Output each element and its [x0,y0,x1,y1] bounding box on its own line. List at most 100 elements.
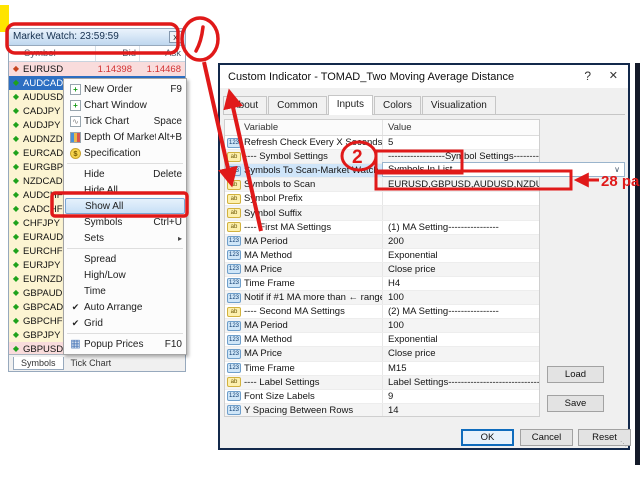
table-row[interactable]: 123 Time Frame H4 [225,276,539,292]
parameter-value-cell[interactable]: 200 [383,235,539,248]
parameter-value-cell[interactable]: Close price [383,347,539,360]
table-row[interactable]: ab ---- Label Settings Label Settings-----… [225,375,539,390]
parameter-value-cell[interactable]: 100 [383,319,539,332]
parameter-value-cell[interactable]: 14 [383,404,539,416]
cancel-button[interactable]: Cancel [520,429,573,446]
parameter-name: Font Size Labels [244,390,315,402]
parameter-value-cell[interactable]: 5 [383,136,539,149]
param-type-number-icon: 123 [227,363,241,374]
panel-tab-tick-chart[interactable]: Tick Chart [64,357,119,369]
header-variable: Variable [225,120,383,135]
parameter-name: Symbols To Scan-Market Watch Symbo [244,165,382,177]
menu-item-shortcut: Ctrl+U [153,216,182,228]
table-row[interactable]: 123 MA Price Close price [225,347,539,362]
parameter-value-cell[interactable]: 100 [383,291,539,304]
market-watch-close-button[interactable]: x [169,31,182,43]
inputs-table-rows: 123 Refresh Check Every X Seconds 5 ab ---- … [225,136,539,416]
parameter-value-cell[interactable]: EURUSD,GBPUSD,AUDUSD,NZDUSD,US... [383,178,539,191]
column-ask[interactable]: Ask [140,46,185,61]
market-watch-context-menu: + New Order F9 + Chart Window ∿ Tick Chart Spac… [63,78,187,355]
load-button[interactable]: Load [547,366,604,383]
menu-item-label: New Order [84,83,133,95]
chart-window-icon: + [70,99,81,111]
green-diamond-icon: ◆ [12,288,20,297]
parameter-name-cell: 123Symbols To Scan-Market Watch Symbo [225,164,383,178]
parameter-name-cell: ab Symbols to Scan [225,178,383,192]
menu-item-grid[interactable]: ✔ Grid [65,315,185,331]
menu-item-specification[interactable]: $ Specification [65,145,185,161]
table-row[interactable]: 123 MA Price Close price [225,262,539,277]
parameter-value-cell[interactable] [383,192,539,205]
menu-item-spread[interactable]: Spread [65,251,185,267]
param-type-text-icon: ab [227,193,241,204]
parameter-name: Symbol Suffix [244,207,302,219]
menu-item-sets[interactable]: Sets ▸ [65,230,185,246]
table-row[interactable]: 123 Font Size Labels 9 [225,389,539,404]
parameter-value-cell[interactable]: Exponential [383,249,539,262]
parameter-value-cell[interactable]: H4 [383,277,539,290]
tab-common[interactable]: Common [268,96,327,114]
menu-item-tick-chart[interactable]: ∿ Tick Chart Space [65,113,185,129]
parameter-name-cell: ab Symbol Prefix [225,192,383,206]
menu-item-time[interactable]: Time [65,283,185,299]
menu-item-chart-window[interactable]: + Chart Window [65,97,185,113]
tab-about[interactable]: About [223,96,268,114]
parameter-value-cell[interactable]: M15 [383,362,539,375]
table-row[interactable]: ab Symbol Suffix [225,206,539,221]
param-type-number-icon: 123 [227,236,241,247]
menu-item-hide-all[interactable]: Hide All [65,182,185,198]
symbols-to-scan-dropdown[interactable]: Symbols In List ∨ [382,162,625,177]
table-row[interactable]: ab ---- Second MA Settings (2) MA Setting-… [225,305,539,320]
chevron-down-icon[interactable]: ∨ [610,165,624,174]
table-row[interactable]: ab Symbol Prefix [225,192,539,207]
table-row[interactable]: 123 MA Method Exponential [225,248,539,263]
table-row[interactable]: 123 Refresh Check Every X Seconds 5 [225,136,539,151]
market-watch-row[interactable]: ◆ EURUSD 1.14398 1.14468 [9,62,185,76]
market-watch-title-text: Market Watch: 23:59:59 [13,31,119,42]
tab-colors[interactable]: Colors [373,96,421,114]
ok-button[interactable]: OK [461,429,514,446]
menu-item-symbols[interactable]: Symbols Ctrl+U [65,214,185,230]
table-row[interactable]: 123 MA Period 200 [225,234,539,249]
menu-item-high-low[interactable]: High/Low [65,267,185,283]
new-order-icon: + [70,83,81,95]
table-row[interactable]: 123 Y Spacing Between Rows 14 [225,403,539,416]
parameter-value-cell[interactable] [383,206,539,219]
parameter-value-cell[interactable]: (1) MA Setting---------------- [383,221,539,234]
green-diamond-icon: ◆ [12,232,20,241]
menu-item-hide[interactable]: Hide Delete [65,166,185,182]
panel-tab-symbols[interactable]: Symbols [13,356,64,370]
table-row[interactable]: ab ---- First MA Settings (1) MA Setting--… [225,220,539,235]
param-type-number-icon: 123 [227,165,241,176]
param-type-number-icon: 123 [227,320,241,331]
table-row[interactable]: 123 MA Method Exponential [225,333,539,348]
close-icon[interactable]: ✕ [609,69,618,82]
menu-item-label: Sets [84,232,105,244]
column-bid[interactable]: Bid [96,46,140,61]
menu-item-new-order[interactable]: + New Order F9 [65,81,185,97]
resize-grip[interactable]: ⋱ [620,440,627,448]
column-symbol[interactable]: Symbol [9,46,96,61]
green-diamond-icon: ◆ [12,302,20,311]
menu-item-auto-arrange[interactable]: ✔ Auto Arrange [65,299,185,315]
save-button[interactable]: Save [547,395,604,412]
screenshot-stage: Market Watch: 23:59:59 x Symbol Bid Ask … [0,0,640,480]
parameter-value-cell[interactable]: Label Settings--------------------------… [383,376,539,389]
table-row[interactable]: ab Symbols to Scan EURUSD,GBPUSD,AUDUSD,NZ… [225,178,539,193]
green-diamond-icon: ◆ [12,190,20,199]
parameter-name-cell: 123 MA Price [225,347,383,361]
tab-visualization[interactable]: Visualization [421,96,496,114]
parameter-value-cell[interactable]: Exponential [383,333,539,346]
table-row[interactable]: 123Notif if #1 MA more than ← range PIPs… [225,291,539,306]
menu-item-show-all[interactable]: Show All [65,198,185,214]
table-row[interactable]: 123 Time Frame M15 [225,361,539,376]
table-row[interactable]: 123 MA Period 100 [225,319,539,334]
parameter-value-cell[interactable]: Close price [383,263,539,276]
menu-item-depth-of-market[interactable]: Depth Of Market Alt+B [65,129,185,145]
parameter-value-cell[interactable]: (2) MA Setting---------------- [383,305,539,318]
help-button[interactable]: ? [584,69,591,83]
parameter-value-cell[interactable]: 9 [383,390,539,403]
dialog-titlebar[interactable]: Custom Indicator - TOMAD_Two Moving Aver… [220,65,628,88]
menu-item-popup-prices[interactable]: ▦ Popup Prices F10 [65,336,185,352]
tab-inputs[interactable]: Inputs [327,95,373,115]
